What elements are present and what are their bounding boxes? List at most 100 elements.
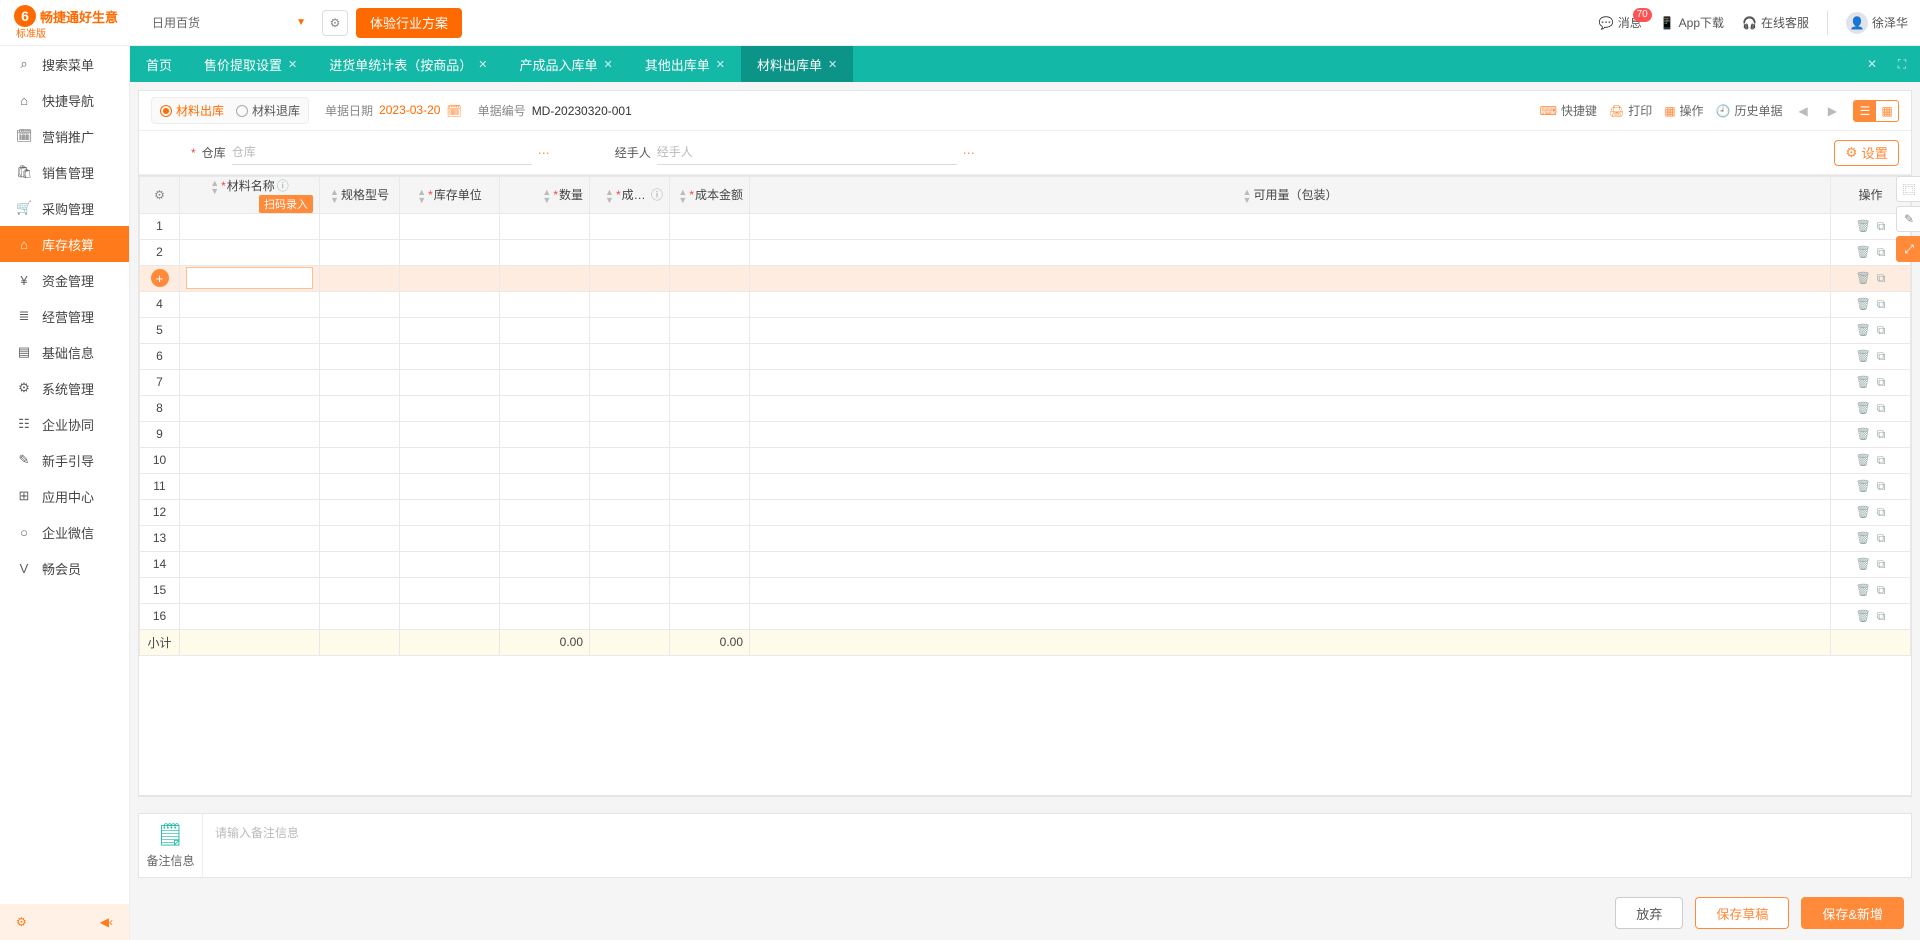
delete-row-icon[interactable]: 🗑	[1853, 427, 1874, 441]
cell-cost[interactable]	[590, 421, 670, 447]
table-row[interactable]: 5🗑⧉	[140, 317, 1911, 343]
cell-qty[interactable]	[500, 499, 590, 525]
copy-row-icon[interactable]: ⧉	[1874, 557, 1889, 571]
copy-row-icon[interactable]: ⧉	[1874, 479, 1889, 493]
copy-row-icon[interactable]: ⧉	[1874, 401, 1889, 415]
rail-btn-2[interactable]: ✎	[1896, 206, 1920, 232]
cell-spec[interactable]	[320, 291, 400, 317]
table-row[interactable]: 11🗑⧉	[140, 473, 1911, 499]
cell-cost[interactable]	[590, 551, 670, 577]
warehouse-picker-icon[interactable]: ⋯	[538, 146, 551, 160]
sidebar-item-6[interactable]: ¥资金管理	[0, 262, 129, 298]
cell-qty[interactable]	[500, 603, 590, 629]
cell-qty[interactable]	[500, 317, 590, 343]
operate-button[interactable]: ▦操作	[1664, 102, 1703, 119]
cell-unit[interactable]	[400, 577, 500, 603]
sidebar-item-5[interactable]: ⌂库存核算	[0, 226, 129, 262]
next-doc-button[interactable]: ▶	[1824, 104, 1841, 118]
cell-cost[interactable]	[590, 447, 670, 473]
cell-avail[interactable]	[750, 265, 1831, 291]
cell-unit[interactable]	[400, 317, 500, 343]
prev-doc-button[interactable]: ◀	[1795, 104, 1812, 118]
cell-cost[interactable]	[590, 239, 670, 265]
cell-name[interactable]	[180, 213, 320, 239]
sidebar-item-4[interactable]: 🛒采购管理	[0, 190, 129, 226]
copy-row-icon[interactable]: ⧉	[1874, 453, 1889, 467]
col-avail[interactable]: ▲▼可用量（包装）	[750, 177, 1831, 214]
cell-name[interactable]	[180, 525, 320, 551]
cell-spec[interactable]	[320, 317, 400, 343]
col-cost[interactable]: ▲▼*成… ⓘ	[590, 177, 670, 214]
cell-cost[interactable]	[590, 343, 670, 369]
copy-row-icon[interactable]: ⧉	[1874, 583, 1889, 597]
cell-amount[interactable]	[670, 317, 750, 343]
table-row[interactable]: 13🗑⧉	[140, 525, 1911, 551]
calendar-icon[interactable]: 🗓	[446, 104, 461, 118]
delete-row-icon[interactable]: 🗑	[1853, 375, 1874, 389]
cell-name[interactable]	[180, 577, 320, 603]
delete-row-icon[interactable]: 🗑	[1853, 453, 1874, 467]
cell-spec[interactable]	[320, 551, 400, 577]
sidebar-item-2[interactable]: 🗓营销推广	[0, 118, 129, 154]
delete-row-icon[interactable]: 🗑	[1853, 245, 1874, 259]
sidebar-item-8[interactable]: ▤基础信息	[0, 334, 129, 370]
cell-avail[interactable]	[750, 525, 1831, 551]
cell-amount[interactable]	[670, 499, 750, 525]
cell-avail[interactable]	[750, 603, 1831, 629]
cell-cost[interactable]	[590, 317, 670, 343]
tab-close-icon[interactable]: ✕	[604, 58, 613, 71]
tab-5[interactable]: 材料出库单✕	[741, 46, 853, 82]
cell-qty[interactable]	[500, 291, 590, 317]
cell-avail[interactable]	[750, 473, 1831, 499]
cell-cost[interactable]	[590, 499, 670, 525]
cell-amount[interactable]	[670, 603, 750, 629]
cell-avail[interactable]	[750, 499, 1831, 525]
user-menu[interactable]: 👤 徐泽华	[1846, 12, 1908, 34]
table-row[interactable]: 6🗑⧉	[140, 343, 1911, 369]
cell-name[interactable]	[180, 239, 320, 265]
copy-row-icon[interactable]: ⧉	[1874, 245, 1889, 259]
sidebar-item-0[interactable]: ⌕搜索菜单	[0, 46, 129, 82]
cell-amount[interactable]	[670, 395, 750, 421]
cell-amount[interactable]	[670, 421, 750, 447]
sidebar-item-11[interactable]: ✎新手引导	[0, 442, 129, 478]
cell-unit[interactable]	[400, 213, 500, 239]
cell-avail[interactable]	[750, 421, 1831, 447]
cell-qty[interactable]	[500, 213, 590, 239]
cell-avail[interactable]	[750, 213, 1831, 239]
cell-qty[interactable]	[500, 525, 590, 551]
tab-1[interactable]: 售价提取设置✕	[188, 46, 313, 82]
table-row[interactable]: 12🗑⧉	[140, 499, 1911, 525]
cell-spec[interactable]	[320, 577, 400, 603]
col-qty[interactable]: ▲▼*数量	[500, 177, 590, 214]
delete-row-icon[interactable]: 🗑	[1853, 609, 1874, 623]
cell-spec[interactable]	[320, 369, 400, 395]
tab-3[interactable]: 产成品入库单✕	[503, 46, 628, 82]
cell-amount[interactable]	[670, 343, 750, 369]
cell-unit[interactable]	[400, 343, 500, 369]
sidebar-item-9[interactable]: ⚙系统管理	[0, 370, 129, 406]
cell-cost[interactable]	[590, 213, 670, 239]
cell-name[interactable]	[180, 447, 320, 473]
cell-unit[interactable]	[400, 291, 500, 317]
cell-spec[interactable]	[320, 473, 400, 499]
delete-row-icon[interactable]: 🗑	[1853, 505, 1874, 519]
table-row[interactable]: 2🗑⧉	[140, 239, 1911, 265]
cell-name[interactable]	[180, 317, 320, 343]
cell-cost[interactable]	[590, 265, 670, 291]
copy-row-icon[interactable]: ⧉	[1874, 609, 1889, 623]
settings-icon[interactable]: ⚙	[16, 915, 27, 929]
table-row[interactable]: 8🗑⧉	[140, 395, 1911, 421]
cell-cost[interactable]	[590, 395, 670, 421]
cell-name[interactable]	[180, 499, 320, 525]
save-and-new-button[interactable]: 保存&新增	[1801, 897, 1904, 929]
cell-amount[interactable]	[670, 525, 750, 551]
scan-input-tag[interactable]: 扫码录入	[259, 195, 313, 213]
cell-spec[interactable]	[320, 447, 400, 473]
table-row[interactable]: 9🗑⧉	[140, 421, 1911, 447]
col-spec[interactable]: ▲▼规格型号	[320, 177, 400, 214]
table-row[interactable]: 15🗑⧉	[140, 577, 1911, 603]
cell-unit[interactable]	[400, 525, 500, 551]
tab-close-icon[interactable]: ✕	[288, 58, 297, 71]
cell-cost[interactable]	[590, 525, 670, 551]
